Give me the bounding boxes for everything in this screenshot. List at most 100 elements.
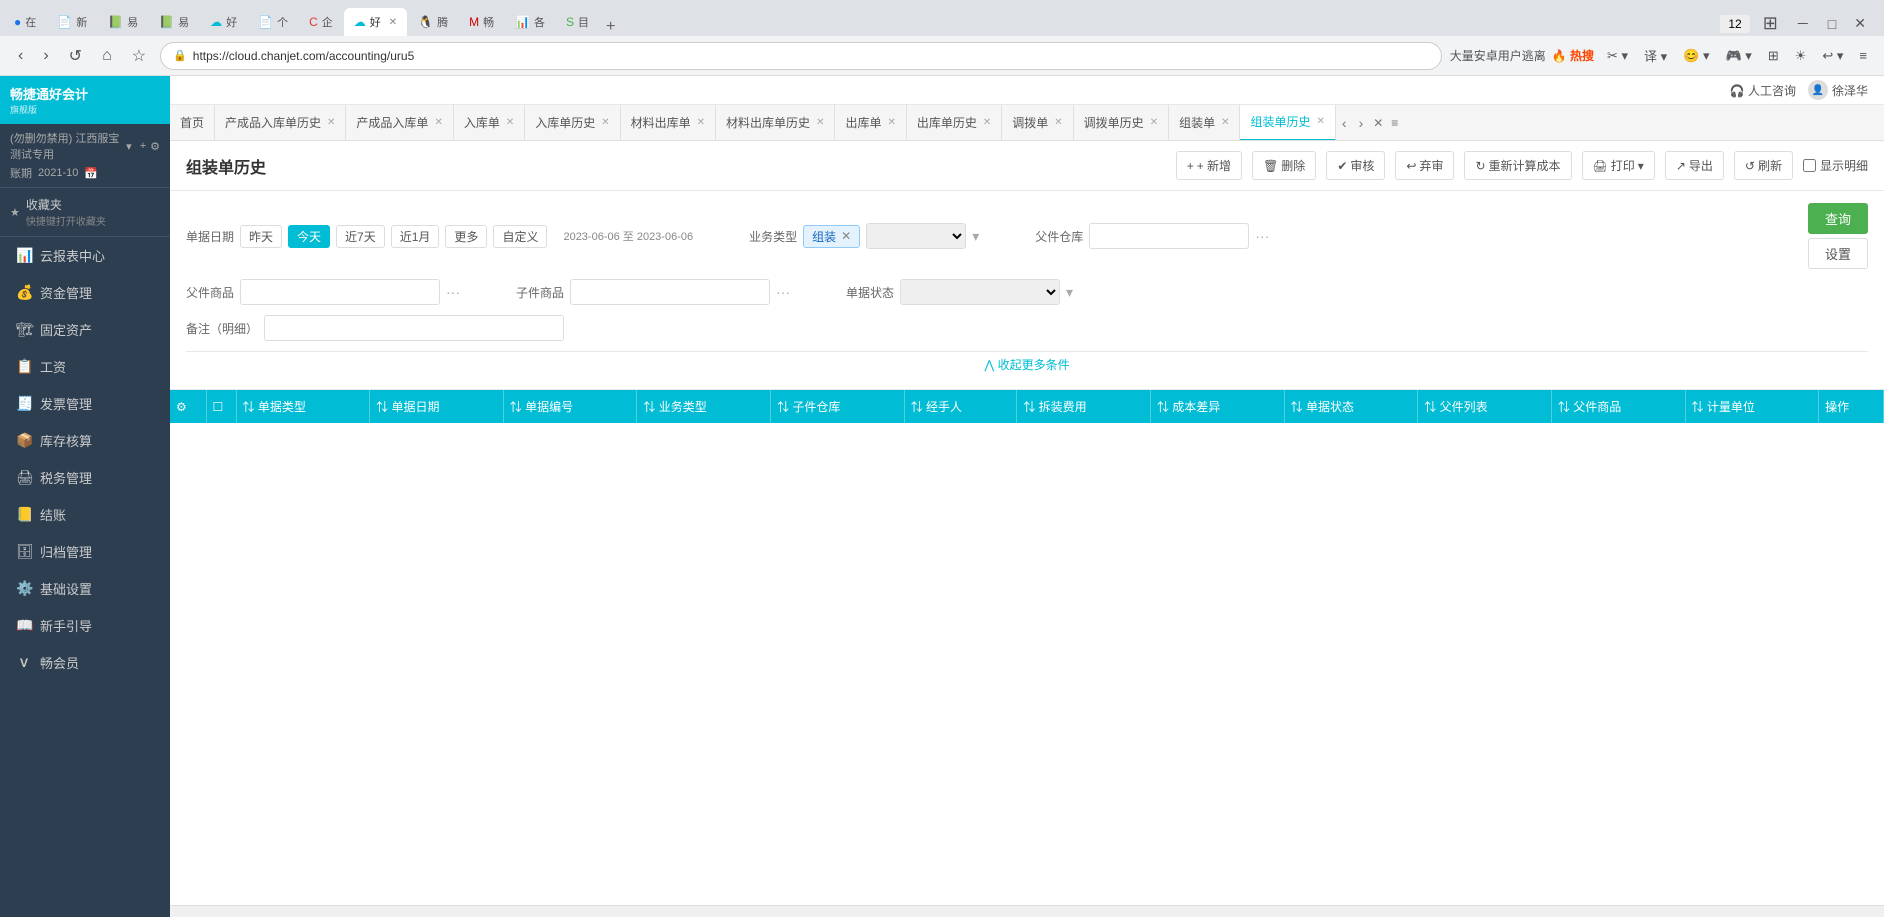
- tab-close-mat-out[interactable]: ✕: [697, 117, 705, 128]
- tab-out-hist[interactable]: 出库单历史✕: [907, 105, 1002, 141]
- browser-tab-6[interactable]: 📄 个: [248, 8, 298, 36]
- sidebar-item-salary[interactable]: 📋 工资: [0, 348, 170, 385]
- th-handler[interactable]: ⇅ 经手人: [904, 390, 1017, 423]
- 1month-btn[interactable]: 近1月: [391, 225, 440, 248]
- browser-tab-8[interactable]: ☁ 好 ✕: [344, 8, 407, 36]
- browser-tab-5[interactable]: ☁ 好: [200, 8, 247, 36]
- browser-tab-2[interactable]: 📄 新: [47, 8, 97, 36]
- approve-btn[interactable]: ✔ 审核: [1326, 151, 1385, 180]
- sidebar-item-guide[interactable]: 📖 新手引导: [0, 607, 170, 644]
- delete-btn[interactable]: 🗑 删除: [1252, 151, 1316, 180]
- tab-adjust-hist[interactable]: 调拨单历史✕: [1074, 105, 1169, 141]
- sun-icon[interactable]: ☀: [1790, 45, 1812, 67]
- grid-icon[interactable]: ⊞: [1763, 45, 1784, 67]
- biz-type-remove-btn[interactable]: ✕: [841, 229, 851, 243]
- tab-mat-out-hist[interactable]: 材料出库单历史✕: [716, 105, 835, 141]
- 7days-btn[interactable]: 近7天: [336, 225, 385, 248]
- child-goods-input[interactable]: [570, 279, 770, 305]
- remark-input[interactable]: [264, 315, 564, 341]
- display-detail-checkbox[interactable]: [1803, 159, 1816, 172]
- sidebar-item-invoice[interactable]: 🧾 发票管理: [0, 385, 170, 422]
- tab-in-order[interactable]: 入库单✕: [454, 105, 525, 141]
- th-child-warehouse[interactable]: ⇅ 子件仓库: [771, 390, 905, 423]
- tab-close-assemble[interactable]: ✕: [1221, 117, 1229, 128]
- company-dropdown-icon[interactable]: ▾: [126, 140, 132, 153]
- tab-close-prod-in-hist[interactable]: ✕: [327, 117, 335, 128]
- parent-warehouse-input[interactable]: [1089, 223, 1249, 249]
- tab-assemble[interactable]: 组装单✕: [1169, 105, 1240, 141]
- th-parent-list[interactable]: ⇅ 父件列表: [1418, 390, 1552, 423]
- th-biz-type[interactable]: ⇅ 业务类型: [637, 390, 771, 423]
- query-btn[interactable]: 查询: [1808, 203, 1868, 234]
- sidebar-item-inventory[interactable]: 📦 库存核算: [0, 422, 170, 459]
- add-company-icon[interactable]: +: [140, 140, 146, 152]
- sidebar-item-cloud-report[interactable]: 📊 云报表中心: [0, 237, 170, 274]
- star-btn[interactable]: ☆: [126, 42, 152, 70]
- th-doc-no[interactable]: ⇅ 单据编号: [503, 390, 637, 423]
- th-doc-type[interactable]: ⇅ 单据类型: [236, 390, 370, 423]
- child-goods-more-icon[interactable]: ···: [776, 284, 790, 300]
- tab-nav-next[interactable]: ›: [1353, 115, 1370, 131]
- undo-icon[interactable]: ↩ ▾: [1817, 45, 1848, 67]
- new-tab-btn[interactable]: +: [600, 18, 621, 36]
- today-btn[interactable]: 今天: [288, 225, 330, 248]
- tab-close-out-hist[interactable]: ✕: [983, 117, 991, 128]
- tab-prod-in[interactable]: 产成品入库单✕: [346, 105, 453, 141]
- tab-close-assemble-hist[interactable]: ✕: [1317, 116, 1325, 127]
- tab-close-btn-8[interactable]: ✕: [389, 17, 397, 28]
- tab-adjust[interactable]: 调拨单✕: [1002, 105, 1073, 141]
- tab-nav-prev[interactable]: ‹: [1336, 115, 1353, 131]
- export-btn[interactable]: ↗ 导出: [1665, 151, 1724, 180]
- browser-tab-11[interactable]: 📊 各: [505, 8, 555, 36]
- minimize-btn[interactable]: －: [1790, 12, 1816, 36]
- tab-close-out[interactable]: ✕: [887, 117, 895, 128]
- sidebar-item-tax[interactable]: 🖨 税务管理: [0, 459, 170, 496]
- help-btn[interactable]: 🎧 人工咨询: [1730, 82, 1796, 99]
- browser-tab-1[interactable]: ● 在: [4, 8, 46, 36]
- th-gear[interactable]: ⚙: [170, 390, 206, 423]
- favorites-section[interactable]: ★ 收藏夹 快捷键打开收藏夹: [0, 188, 170, 237]
- tab-assemble-hist[interactable]: 组装单历史✕: [1240, 105, 1335, 141]
- biz-type-select[interactable]: 组装 拆装: [866, 223, 966, 249]
- tab-out[interactable]: 出库单✕: [835, 105, 906, 141]
- abandon-btn[interactable]: ↩ 弃审: [1395, 151, 1454, 180]
- tab-close-prod-in[interactable]: ✕: [434, 117, 442, 128]
- calendar-icon[interactable]: 📅: [84, 167, 98, 180]
- horizontal-scrollbar[interactable]: [170, 905, 1884, 917]
- extensions-icon[interactable]: ⊞: [1757, 11, 1784, 36]
- menu-icon[interactable]: ≡: [1854, 45, 1872, 66]
- th-doc-date[interactable]: ⇅ 单据日期: [370, 390, 504, 423]
- scissors-icon[interactable]: ✂ ▾: [1602, 45, 1633, 67]
- sidebar-item-member[interactable]: V 畅会员: [0, 644, 170, 681]
- game-icon[interactable]: 🎮 ▾: [1720, 45, 1756, 67]
- browser-tab-7[interactable]: C 企: [299, 8, 343, 36]
- parent-goods-input[interactable]: [240, 279, 440, 305]
- tab-home[interactable]: 首页: [170, 105, 215, 141]
- emoji-icon[interactable]: 😊 ▾: [1678, 45, 1714, 67]
- maximize-btn[interactable]: □: [1822, 14, 1842, 34]
- settings-company-icon[interactable]: ⚙: [150, 140, 160, 153]
- recalc-cost-btn[interactable]: ↻ 重新计算成本: [1464, 151, 1571, 180]
- browser-tab-12[interactable]: S 目: [556, 8, 599, 36]
- order-status-more-icon[interactable]: ▾: [1066, 284, 1073, 301]
- browser-tab-3[interactable]: 📗 易: [98, 8, 148, 36]
- new-btn[interactable]: + + 新增: [1176, 151, 1242, 180]
- tab-prod-in-hist[interactable]: 产成品入库单历史✕: [215, 105, 346, 141]
- th-check[interactable]: ☐: [206, 390, 236, 423]
- tab-close-adjust[interactable]: ✕: [1054, 117, 1062, 128]
- forward-btn[interactable]: ›: [37, 43, 54, 69]
- tab-close-in-hist[interactable]: ✕: [601, 117, 609, 128]
- sidebar-item-fixed-assets[interactable]: 🏗 固定资产: [0, 311, 170, 348]
- th-disassemble-cost[interactable]: ⇅ 拆装费用: [1017, 390, 1151, 423]
- tab-close-in-order[interactable]: ✕: [506, 117, 514, 128]
- browser-tab-10[interactable]: M 畅: [459, 8, 504, 36]
- tab-in-hist[interactable]: 入库单历史✕: [525, 105, 620, 141]
- tab-more-icon[interactable]: ≡: [1387, 116, 1402, 130]
- address-input[interactable]: 🔒 https://cloud.chanjet.com/accounting/u…: [160, 42, 1442, 70]
- biz-type-more-icon[interactable]: ▾: [972, 228, 979, 245]
- sidebar-item-settle[interactable]: 📒 结账: [0, 496, 170, 533]
- translate-icon[interactable]: 译 ▾: [1639, 43, 1672, 68]
- collapse-bar[interactable]: ⋀ 收起更多条件: [186, 351, 1868, 377]
- th-doc-status[interactable]: ⇅ 单据状态: [1284, 390, 1418, 423]
- tab-mat-out[interactable]: 材料出库单✕: [621, 105, 716, 141]
